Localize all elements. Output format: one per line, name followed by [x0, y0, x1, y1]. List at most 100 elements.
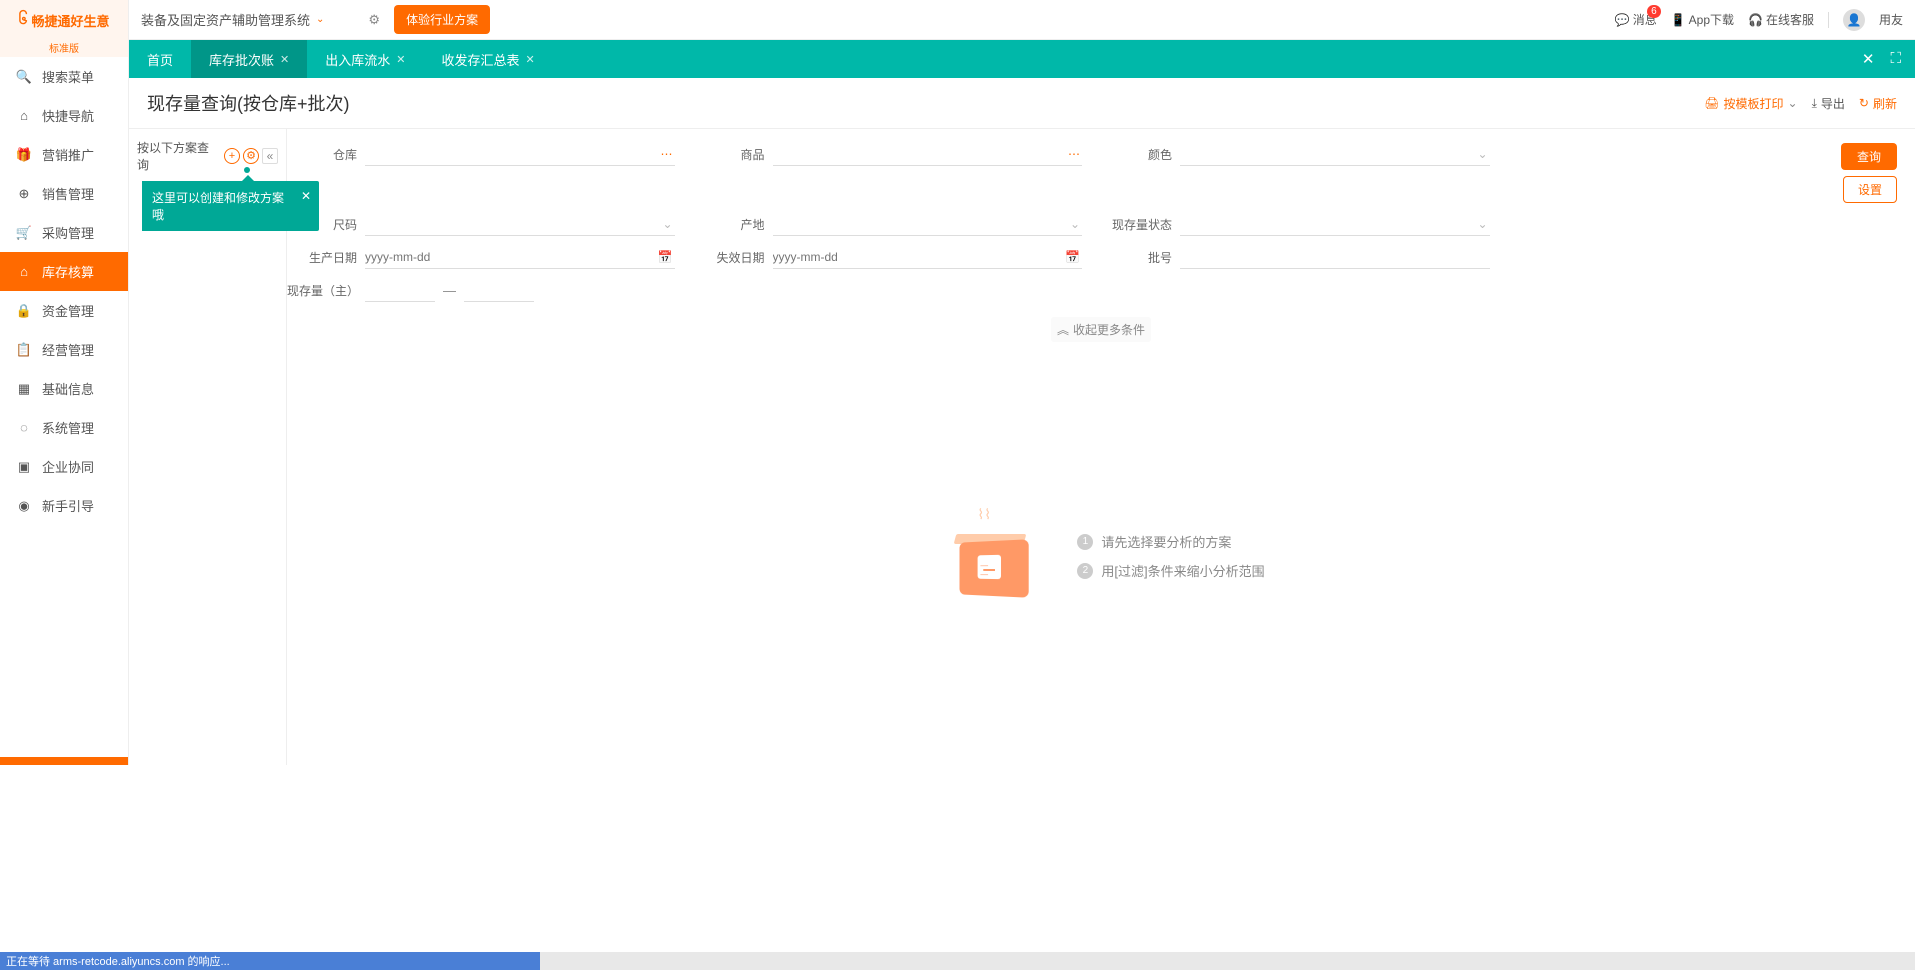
close-all-icon[interactable]: ✕: [1858, 46, 1879, 72]
chevron-down-icon[interactable]: ⌄: [660, 217, 674, 231]
sidebar: ၆ 畅捷通好生意 标准版 🔍搜索菜单 ⌂快捷导航 🎁营销推广 ⊕销售管理 🛒采购…: [0, 0, 129, 765]
sidebar-menu: 🔍搜索菜单 ⌂快捷导航 🎁营销推广 ⊕销售管理 🛒采购管理 ⌂库存核算 🔒资金管…: [0, 57, 128, 757]
product-input[interactable]: ⋯: [773, 143, 1083, 166]
sidebar-item-basic[interactable]: ▦基础信息: [0, 369, 128, 408]
expire-date-label: 失效日期: [695, 249, 765, 266]
sidebar-item-search[interactable]: 🔍搜索菜单: [0, 57, 128, 96]
warehouse-label: 仓库: [287, 146, 357, 163]
username[interactable]: 用友: [1879, 11, 1903, 28]
collapse-conditions-button[interactable]: ︽ 收起更多条件: [1051, 317, 1151, 342]
tooltip-dot: [244, 167, 250, 173]
stock-min-input[interactable]: [365, 279, 435, 302]
empty-state: ⌇⌇ — — 1 请先选择要分析的方案: [287, 347, 1915, 765]
sidebar-item-quicknav[interactable]: ⌂快捷导航: [0, 96, 128, 135]
sidebar-item-purchase[interactable]: 🛒采购管理: [0, 213, 128, 252]
sidebar-item-sales[interactable]: ⊕销售管理: [0, 174, 128, 213]
sidebar-item-inventory[interactable]: ⌂库存核算: [0, 252, 128, 291]
origin-label: 产地: [695, 216, 765, 233]
chevron-down-icon[interactable]: ⌄: [1475, 217, 1489, 231]
query-button[interactable]: 查询: [1841, 143, 1897, 170]
message-badge: 6: [1647, 5, 1661, 18]
topbar: 装备及固定资产辅助管理系统 ⌄ ⚙ 体验行业方案 💬 消息 6 📱 App下载 …: [129, 0, 1915, 40]
guide-icon: ◉: [16, 498, 32, 514]
stock-max-input[interactable]: [464, 279, 534, 302]
settings-icon[interactable]: ⚙: [362, 12, 386, 28]
lock-icon: 🔒: [16, 303, 32, 319]
origin-input[interactable]: ⌄: [773, 213, 1083, 236]
expire-date-input[interactable]: 📅: [773, 246, 1083, 269]
sidebar-bottom-bar: [0, 757, 128, 765]
chevron-up-icon: ︽: [1057, 321, 1069, 338]
system-selector[interactable]: 装备及固定资产辅助管理系统 ⌄: [141, 10, 354, 29]
fullscreen-icon[interactable]: ⛶: [1886, 46, 1905, 72]
more-icon[interactable]: ⋯: [1066, 147, 1082, 161]
sidebar-item-system[interactable]: ◌系统管理: [0, 408, 128, 447]
color-input[interactable]: ⌄: [1180, 143, 1490, 166]
prod-date-label: 生产日期: [287, 249, 357, 266]
page-title: 现存量查询(按仓库+批次): [147, 90, 350, 116]
messages-link[interactable]: 💬 消息 6: [1615, 11, 1657, 28]
close-icon[interactable]: ✕: [396, 53, 405, 66]
gear-icon: ◌: [16, 420, 32, 436]
sidebar-item-guide[interactable]: ◉新手引导: [0, 486, 128, 525]
support-link[interactable]: 🎧 在线客服: [1748, 11, 1814, 28]
sidebar-item-collab[interactable]: ▣企业协同: [0, 447, 128, 486]
tab-bar: 首页 库存批次账✕ 出入库流水✕ 收发存汇总表✕ ✕ ⛶: [129, 40, 1915, 78]
logo-title: 畅捷通好生意: [31, 11, 109, 30]
empty-step-2: 2 用[过滤]条件来缩小分析范围: [1077, 561, 1264, 580]
tab-summary[interactable]: 收发存汇总表✕: [423, 40, 552, 78]
batch-label: 批号: [1102, 249, 1172, 266]
close-icon[interactable]: ✕: [280, 53, 289, 66]
step-number: 2: [1077, 563, 1093, 579]
batch-input[interactable]: [1180, 246, 1490, 269]
cart-icon: 🛒: [16, 225, 32, 241]
tooltip-arrow: [242, 175, 254, 181]
app-download-link[interactable]: 📱 App下载: [1671, 11, 1734, 28]
settings-scheme-icon[interactable]: ⚙: [243, 148, 259, 164]
prod-date-input[interactable]: 📅: [365, 246, 675, 269]
tooltip: 这里可以创建和修改方案哦 ✕: [139, 181, 319, 231]
sales-icon: ⊕: [16, 186, 32, 202]
calendar-icon[interactable]: 📅: [1063, 250, 1082, 264]
clipboard-icon: 📋: [16, 342, 32, 358]
stock-status-input[interactable]: ⌄: [1180, 213, 1490, 236]
collab-icon: ▣: [16, 459, 32, 475]
avatar[interactable]: 👤: [1843, 9, 1865, 31]
range-dash: —: [443, 283, 456, 298]
print-button[interactable]: 🖨 按模板打印 ⌄: [1704, 95, 1797, 112]
warehouse-input[interactable]: ⋯: [365, 143, 675, 166]
sidebar-item-marketing[interactable]: 🎁营销推广: [0, 135, 128, 174]
tooltip-close-icon[interactable]: ✕: [301, 189, 311, 203]
close-icon[interactable]: ✕: [526, 53, 535, 66]
search-icon: 🔍: [16, 69, 32, 85]
product-label: 商品: [695, 146, 765, 163]
chevron-down-icon[interactable]: ⌄: [1068, 217, 1082, 231]
divider: [1828, 12, 1829, 28]
collapse-sidebar-icon[interactable]: «: [262, 148, 278, 164]
calendar-icon[interactable]: 📅: [656, 250, 675, 264]
chevron-down-icon: ⌄: [316, 14, 324, 25]
grid-icon: ▦: [16, 381, 32, 397]
export-button[interactable]: ⤓ 导出: [1812, 95, 1845, 112]
page-header: 现存量查询(按仓库+批次) 🖨 按模板打印 ⌄ ⤓ 导出 ↻ 刷新: [129, 78, 1915, 128]
export-icon: ⤓: [1812, 96, 1817, 111]
industry-plan-button[interactable]: 体验行业方案: [394, 5, 490, 34]
tab-inventory-batch[interactable]: 库存批次账✕: [191, 40, 307, 78]
settings-button[interactable]: 设置: [1843, 176, 1897, 203]
browser-status-bar: 正在等待 arms-retcode.aliyuncs.com 的响应...: [0, 952, 1915, 970]
empty-illustration: ⌇⌇ — —: [937, 506, 1047, 606]
chevron-down-icon[interactable]: ⌄: [1475, 147, 1489, 161]
color-label: 颜色: [1102, 146, 1172, 163]
more-icon[interactable]: ⋯: [659, 147, 675, 161]
logo-subtitle: 标准版: [0, 40, 128, 57]
empty-step-1: 1 请先选择要分析的方案: [1077, 532, 1264, 551]
add-scheme-icon[interactable]: +: [224, 148, 240, 164]
tab-home[interactable]: 首页: [129, 40, 191, 78]
refresh-button[interactable]: ↻ 刷新: [1859, 95, 1897, 112]
sidebar-item-operation[interactable]: 📋经营管理: [0, 330, 128, 369]
size-input[interactable]: ⌄: [365, 213, 675, 236]
sidebar-item-finance[interactable]: 🔒资金管理: [0, 291, 128, 330]
print-icon: 🖨: [1704, 96, 1719, 110]
headset-icon: 🎧: [1748, 13, 1763, 27]
tab-stock-flow[interactable]: 出入库流水✕: [307, 40, 423, 78]
